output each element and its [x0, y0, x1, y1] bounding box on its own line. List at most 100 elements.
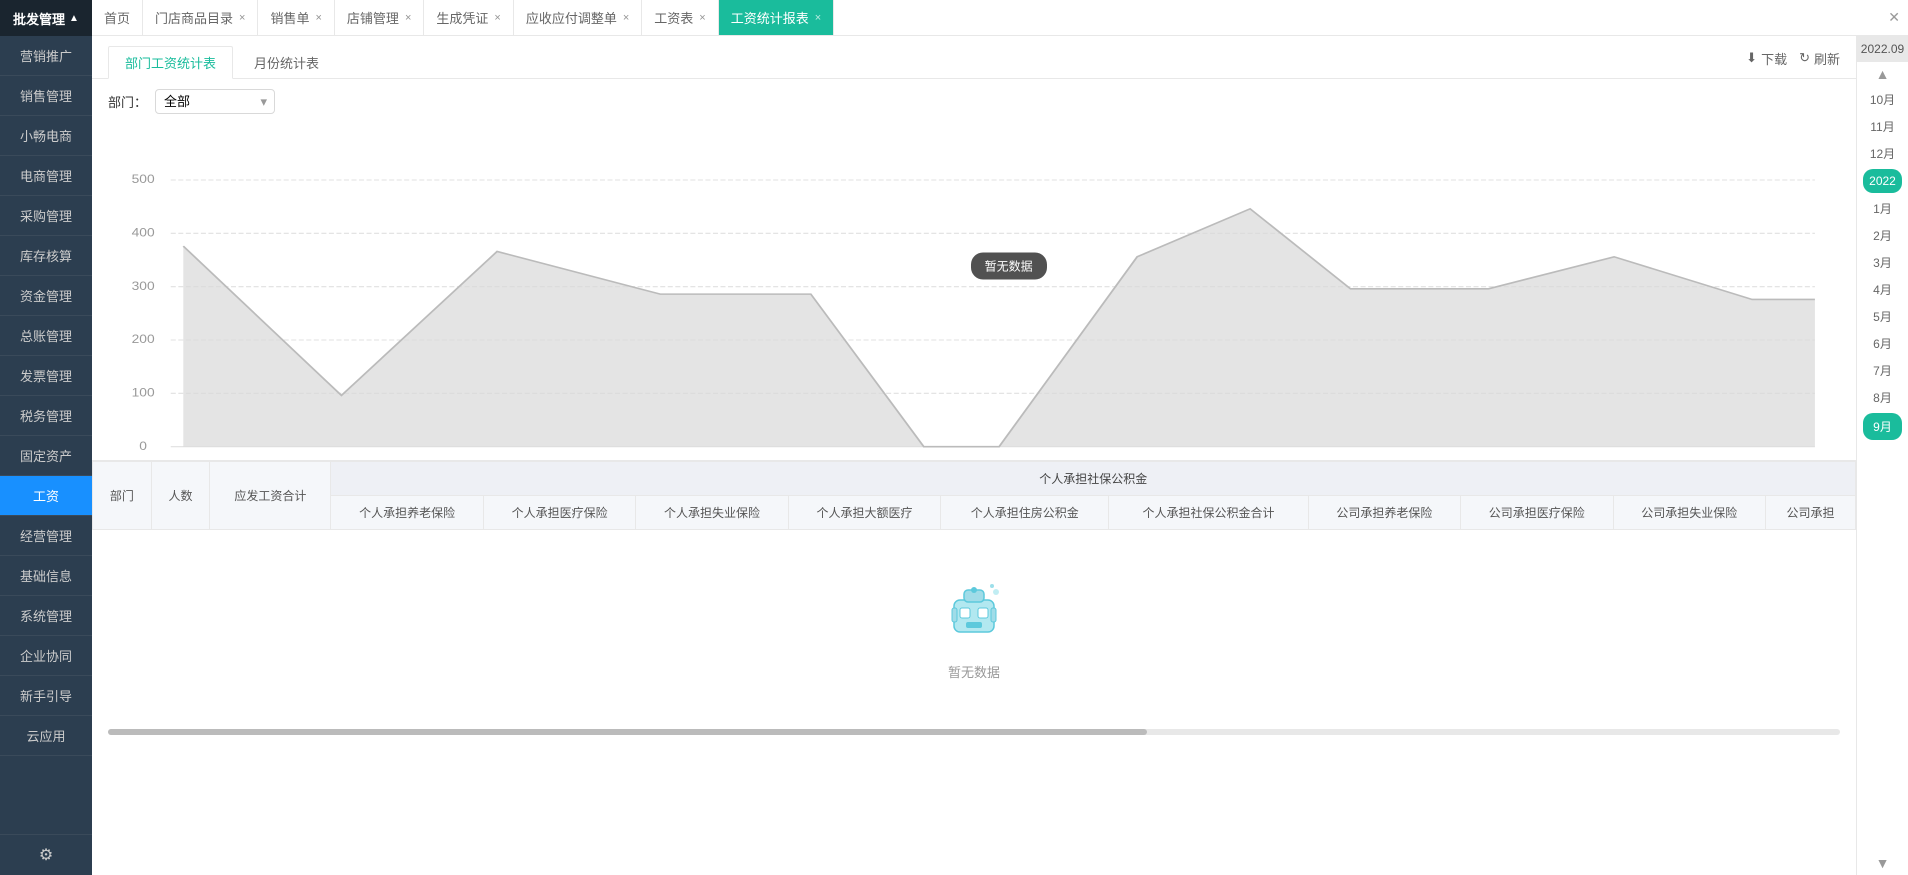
- empty-robot-icon: [934, 570, 1014, 650]
- tab-close-icon[interactable]: ×: [405, 12, 411, 24]
- expand-icon: ▲: [69, 13, 79, 24]
- tab-销售单[interactable]: 销售单×: [258, 0, 334, 35]
- filter-row: 部门： 全部: [92, 79, 1856, 124]
- sub-tabs: 部门工资统计表月份统计表 ⬇ 下载 ↻ 刷新: [92, 36, 1856, 79]
- timeline-header[interactable]: 2022.09: [1857, 36, 1908, 62]
- table-empty-row: 暂无数据: [93, 530, 1856, 722]
- tab-bar-close-button[interactable]: ✕: [1880, 0, 1908, 35]
- svg-text:500: 500: [132, 172, 155, 186]
- data-table: 部门 人数 应发工资合计 个人承担社保公积金 个人承担养老保险个人承担医疗保险个…: [92, 461, 1856, 721]
- col-公司承担: 公司承担: [1765, 496, 1855, 530]
- sidebar-items: 营销推广销售管理小畅电商电商管理采购管理库存核算资金管理总账管理发票管理税务管理…: [0, 36, 92, 756]
- sidebar-footer: ⚙: [0, 834, 92, 875]
- tab-门店商品目录[interactable]: 门店商品目录×: [143, 0, 258, 35]
- sidebar-item-资金管理[interactable]: 资金管理: [0, 276, 92, 316]
- sidebar-item-系统管理[interactable]: 系统管理: [0, 596, 92, 636]
- sidebar-item-电商管理[interactable]: 电商管理: [0, 156, 92, 196]
- sidebar-item-采购管理[interactable]: 采购管理: [0, 196, 92, 236]
- subtab-部门工资统计表[interactable]: 部门工资统计表: [108, 46, 233, 79]
- timeline-down-button[interactable]: ▼: [1872, 851, 1894, 875]
- scroll-thumb[interactable]: [108, 729, 1147, 735]
- tab-close-icon[interactable]: ×: [239, 12, 245, 24]
- svg-text:300: 300: [132, 279, 155, 293]
- subtab-月份统计表[interactable]: 月份统计表: [237, 46, 336, 78]
- dept-select[interactable]: 全部: [155, 89, 275, 114]
- area-chart: 0 100 200 300 400 500: [108, 132, 1840, 452]
- scroll-bar-area[interactable]: [92, 721, 1856, 743]
- refresh-icon: ↻: [1799, 50, 1810, 66]
- tab-生成凭证[interactable]: 生成凭证×: [424, 0, 513, 35]
- toolbar: ⬇ 下载 ↻ 刷新: [1746, 49, 1840, 76]
- sidebar-title: 批发管理: [13, 9, 65, 28]
- col-公司承担失业保险: 公司承担失业保险: [1613, 496, 1765, 530]
- timeline-month-7月[interactable]: 7月: [1857, 357, 1908, 384]
- sidebar-item-基础信息[interactable]: 基础信息: [0, 556, 92, 596]
- sidebar-item-云应用[interactable]: 云应用: [0, 716, 92, 756]
- sidebar-item-小畅电商[interactable]: 小畅电商: [0, 116, 92, 156]
- svg-text:0: 0: [139, 439, 147, 452]
- sidebar-item-企业协同[interactable]: 企业协同: [0, 636, 92, 676]
- timeline-month-6月[interactable]: 6月: [1857, 330, 1908, 357]
- tab-工资统计报表[interactable]: 工资统计报表×: [719, 0, 834, 35]
- refresh-button[interactable]: ↻ 刷新: [1799, 49, 1840, 68]
- table-body: 暂无数据: [93, 530, 1856, 722]
- chart-container: 0 100 200 300 400 500: [108, 132, 1840, 452]
- col-个人承担社保公积金合计: 个人承担社保公积金合计: [1109, 496, 1308, 530]
- tab-close-icon[interactable]: ×: [699, 12, 705, 24]
- timeline-month-4月[interactable]: 4月: [1857, 276, 1908, 303]
- tab-close-icon[interactable]: ×: [315, 12, 321, 24]
- sidebar-item-经营管理[interactable]: 经营管理: [0, 516, 92, 556]
- timeline-month-9月[interactable]: 9月: [1863, 413, 1902, 440]
- col-salary: 应发工资合计: [210, 462, 331, 530]
- timeline-month-12月[interactable]: 12月: [1857, 140, 1908, 167]
- sidebar-header[interactable]: 批发管理 ▲: [0, 0, 92, 36]
- timeline-month-8月[interactable]: 8月: [1857, 384, 1908, 411]
- timeline-up-button[interactable]: ▲: [1872, 62, 1894, 86]
- tab-close-icon[interactable]: ×: [623, 12, 629, 24]
- table-wrapper[interactable]: 部门 人数 应发工资合计 个人承担社保公积金 个人承担养老保险个人承担医疗保险个…: [92, 460, 1856, 875]
- settings-icon[interactable]: ⚙: [39, 847, 53, 864]
- timeline-month-3月[interactable]: 3月: [1857, 249, 1908, 276]
- svg-text:200: 200: [132, 332, 155, 346]
- tab-bar: 首页门店商品目录×销售单×店铺管理×生成凭证×应收应付调整单×工资表×工资统计报…: [92, 0, 1908, 36]
- timeline-month-2月[interactable]: 2月: [1857, 222, 1908, 249]
- col-group-personal: 个人承担社保公积金: [331, 462, 1856, 496]
- sidebar-item-新手引导[interactable]: 新手引导: [0, 676, 92, 716]
- tab-close-icon[interactable]: ×: [494, 12, 500, 24]
- download-label: 下载: [1761, 49, 1787, 68]
- sidebar-item-总账管理[interactable]: 总账管理: [0, 316, 92, 356]
- col-个人承担医疗保险: 个人承担医疗保险: [483, 496, 635, 530]
- page-content: 部门工资统计表月份统计表 ⬇ 下载 ↻ 刷新 部门：: [92, 36, 1856, 875]
- download-icon: ⬇: [1746, 50, 1757, 66]
- sidebar-item-工资[interactable]: 工资: [0, 476, 92, 516]
- tab-应收应付调整单[interactable]: 应收应付调整单×: [514, 0, 642, 35]
- svg-text:400: 400: [132, 226, 155, 240]
- content-area: 部门工资统计表月份统计表 ⬇ 下载 ↻ 刷新 部门：: [92, 36, 1908, 875]
- sidebar-item-发票管理[interactable]: 发票管理: [0, 356, 92, 396]
- sidebar-item-税务管理[interactable]: 税务管理: [0, 396, 92, 436]
- sidebar-item-固定资产[interactable]: 固定资产: [0, 436, 92, 476]
- timeline-month-1月[interactable]: 1月: [1857, 195, 1908, 222]
- col-count: 人数: [151, 462, 210, 530]
- tab-close-icon[interactable]: ×: [815, 12, 821, 24]
- col-公司承担医疗保险: 公司承担医疗保险: [1461, 496, 1613, 530]
- download-button[interactable]: ⬇ 下载: [1746, 49, 1787, 68]
- refresh-label: 刷新: [1814, 49, 1840, 68]
- tabs-container: 首页门店商品目录×销售单×店铺管理×生成凭证×应收应付调整单×工资表×工资统计报…: [92, 0, 834, 35]
- timeline-year-2022[interactable]: 2022: [1863, 169, 1902, 193]
- tab-首页[interactable]: 首页: [92, 0, 143, 35]
- sidebar-item-销售管理[interactable]: 销售管理: [0, 76, 92, 116]
- scroll-track[interactable]: [108, 729, 1840, 735]
- tab-工资表[interactable]: 工资表×: [642, 0, 718, 35]
- timeline-month-5月[interactable]: 5月: [1857, 303, 1908, 330]
- dept-select-wrapper: 全部: [155, 89, 275, 114]
- col-个人承担住房公积金: 个人承担住房公积金: [941, 496, 1109, 530]
- filter-label: 部门：: [108, 92, 147, 111]
- table-header-row-1: 部门 人数 应发工资合计 个人承担社保公积金: [93, 462, 1856, 496]
- tab-店铺管理[interactable]: 店铺管理×: [335, 0, 424, 35]
- timeline-month-10月[interactable]: 10月: [1857, 86, 1908, 113]
- sidebar-item-库存核算[interactable]: 库存核算: [0, 236, 92, 276]
- timeline-month-11月[interactable]: 11月: [1857, 113, 1908, 140]
- col-个人承担失业保险: 个人承担失业保险: [636, 496, 788, 530]
- sidebar-item-营销推广[interactable]: 营销推广: [0, 36, 92, 76]
